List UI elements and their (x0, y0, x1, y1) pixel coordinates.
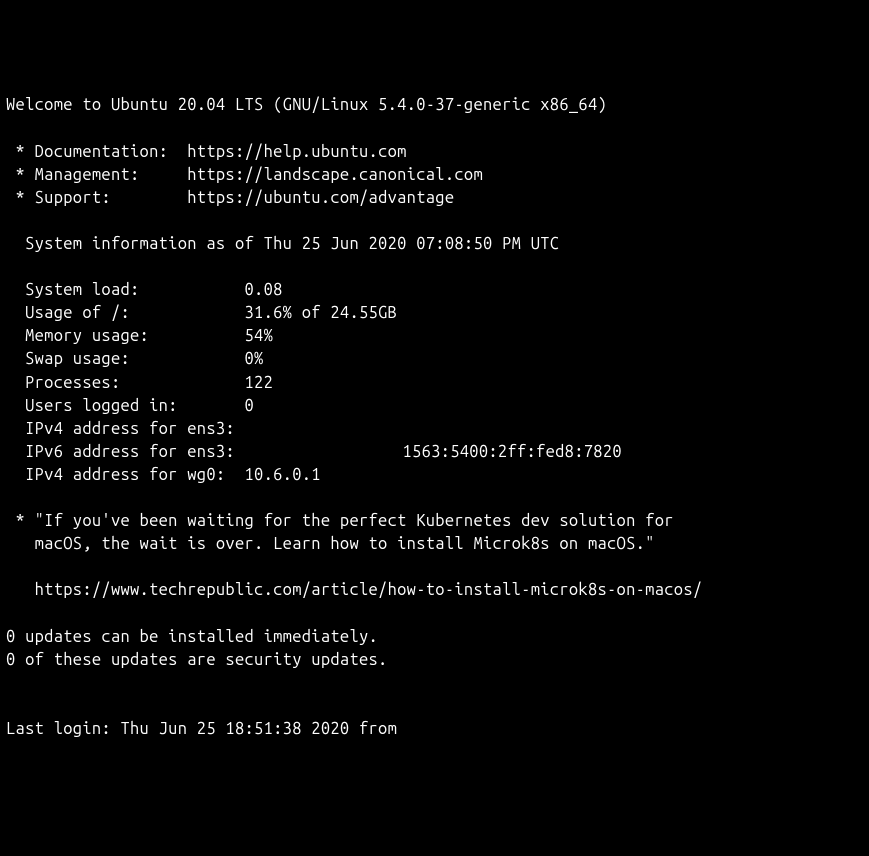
mgmt-url: https://landscape.canonical.com (187, 166, 483, 184)
last-login-prefix: Last login: Thu Jun 25 18:51:38 2020 fro… (6, 720, 407, 738)
users-value: 0 (245, 397, 255, 415)
processes-value: 122 (245, 374, 274, 392)
last-login-ip-redacted (407, 722, 553, 738)
welcome-line: Welcome to Ubuntu 20.04 LTS (GNU/Linux 5… (6, 96, 607, 114)
terminal-output[interactable]: Welcome to Ubuntu 20.04 LTS (GNU/Linux 5… (6, 94, 863, 741)
motd-url: https://www.techrepublic.com/article/how… (6, 581, 702, 599)
updates-line-2: 0 of these updates are security updates. (6, 651, 388, 669)
support-url: https://ubuntu.com/advantage (187, 189, 454, 207)
sysinfo-header: System information as of Thu 25 Jun 2020… (6, 235, 559, 253)
ipv6-ens3-label: IPv6 address for ens3: (6, 443, 245, 461)
disk-usage-value: 31.6% of 24.55GB (245, 304, 398, 322)
system-load-label: System load: (6, 281, 245, 299)
ipv4-ens3-label: IPv4 address for ens3: (6, 420, 245, 438)
ipv6-ens3-suffix: 1563:5400:2ff:fed8:7820 (403, 443, 622, 461)
motd-line-2: macOS, the wait is over. Learn how to in… (6, 535, 655, 553)
disk-usage-label: Usage of /: (6, 304, 245, 322)
ipv6-ens3-redacted (245, 445, 403, 461)
support-label: * Support: (6, 189, 187, 207)
swap-usage-value: 0% (245, 350, 264, 368)
users-label: Users logged in: (6, 397, 245, 415)
swap-usage-label: Swap usage: (6, 350, 245, 368)
motd-line-1: * "If you've been waiting for the perfec… (6, 512, 674, 530)
ipv4-wg0-label: IPv4 address for wg0: (6, 466, 245, 484)
ipv4-wg0-value: 10.6.0.1 (245, 466, 321, 484)
doc-url: https://help.ubuntu.com (187, 143, 406, 161)
updates-line-1: 0 updates can be installed immediately. (6, 628, 378, 646)
processes-label: Processes: (6, 374, 245, 392)
memory-usage-value: 54% (245, 327, 274, 345)
mgmt-label: * Management: (6, 166, 187, 184)
system-load-value: 0.08 (245, 281, 283, 299)
ipv4-ens3-redacted (245, 421, 410, 437)
memory-usage-label: Memory usage: (6, 327, 245, 345)
doc-label: * Documentation: (6, 143, 187, 161)
